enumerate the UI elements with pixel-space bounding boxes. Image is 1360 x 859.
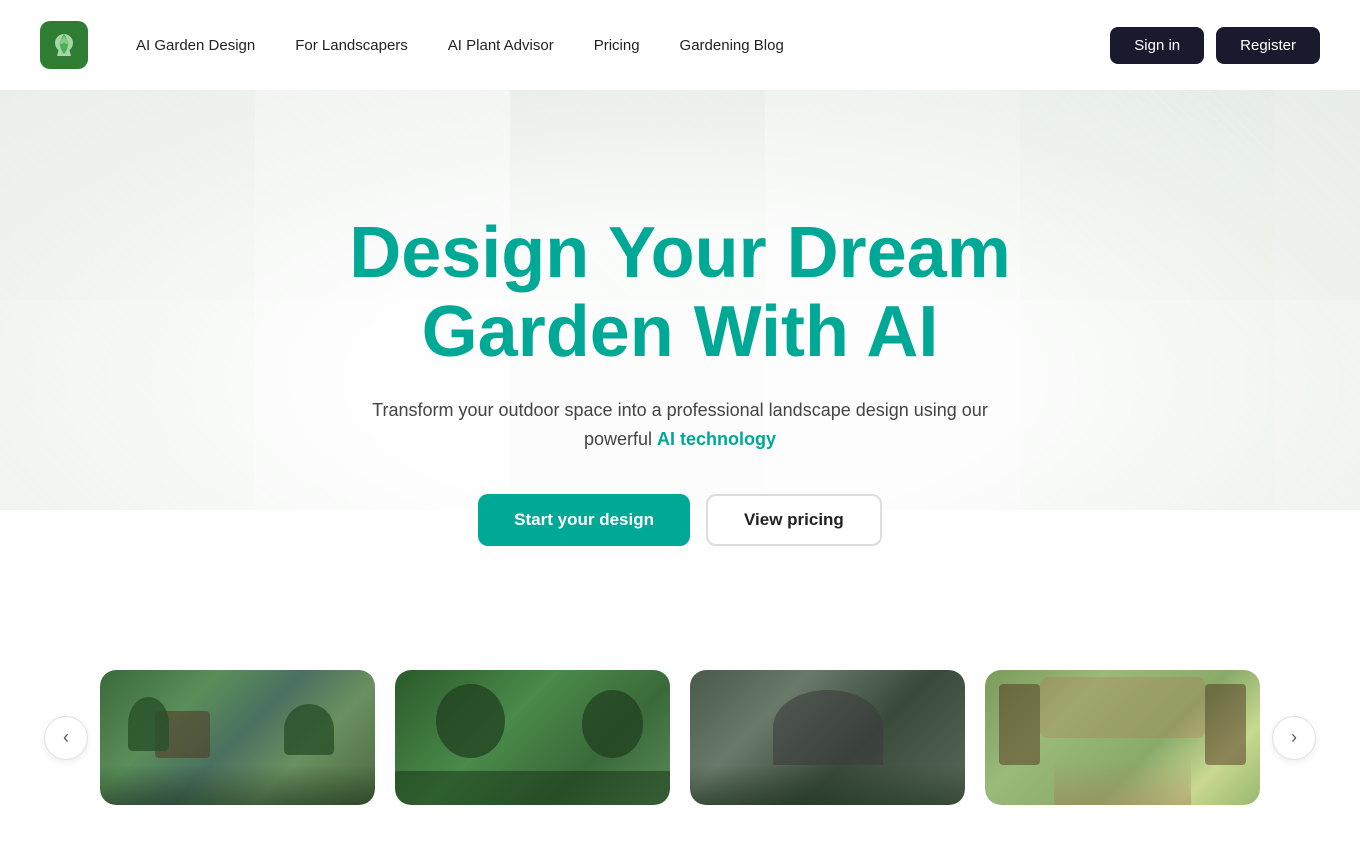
hero-ai-link[interactable]: AI technology [657,429,776,449]
hero-content: Design Your Dream Garden With AI Transfo… [349,214,1011,546]
carousel-next-button[interactable]: › [1272,716,1316,760]
carousel-card-3 [690,670,965,805]
logo-icon [40,21,88,69]
carousel-prev-button[interactable]: ‹ [44,716,88,760]
nav-for-landscapers[interactable]: For Landscapers [295,37,408,54]
nav-ai-garden-design[interactable]: AI Garden Design [136,37,255,54]
hero-buttons: Start your design View pricing [478,494,882,546]
nav-pricing[interactable]: Pricing [594,37,640,54]
view-pricing-button[interactable]: View pricing [706,494,882,546]
carousel-card-2 [395,670,670,805]
carousel-track [100,670,1260,805]
hero-title-line1: Design Your Dream [349,213,1011,293]
nav-actions: Sign in Register [1110,27,1320,64]
hero-title: Design Your Dream Garden With AI [349,214,1011,372]
signin-button[interactable]: Sign in [1110,27,1204,64]
hero-subtitle: Transform your outdoor space into a prof… [370,396,990,454]
nav-gardening-blog[interactable]: Gardening Blog [680,37,784,54]
hero-title-line2: Garden With AI [422,292,939,372]
hero-section: Design Your Dream Garden With AI Transfo… [0,90,1360,670]
navbar: AI Garden Design For Landscapers AI Plan… [0,0,1360,90]
carousel-section: ‹ [0,670,1360,845]
carousel-card-4 [985,670,1260,805]
carousel-card-1 [100,670,375,805]
nav-ai-plant-advisor[interactable]: AI Plant Advisor [448,37,554,54]
register-button[interactable]: Register [1216,27,1320,64]
start-design-button[interactable]: Start your design [478,494,690,546]
logo[interactable] [40,21,88,69]
nav-links: AI Garden Design For Landscapers AI Plan… [136,37,1110,54]
